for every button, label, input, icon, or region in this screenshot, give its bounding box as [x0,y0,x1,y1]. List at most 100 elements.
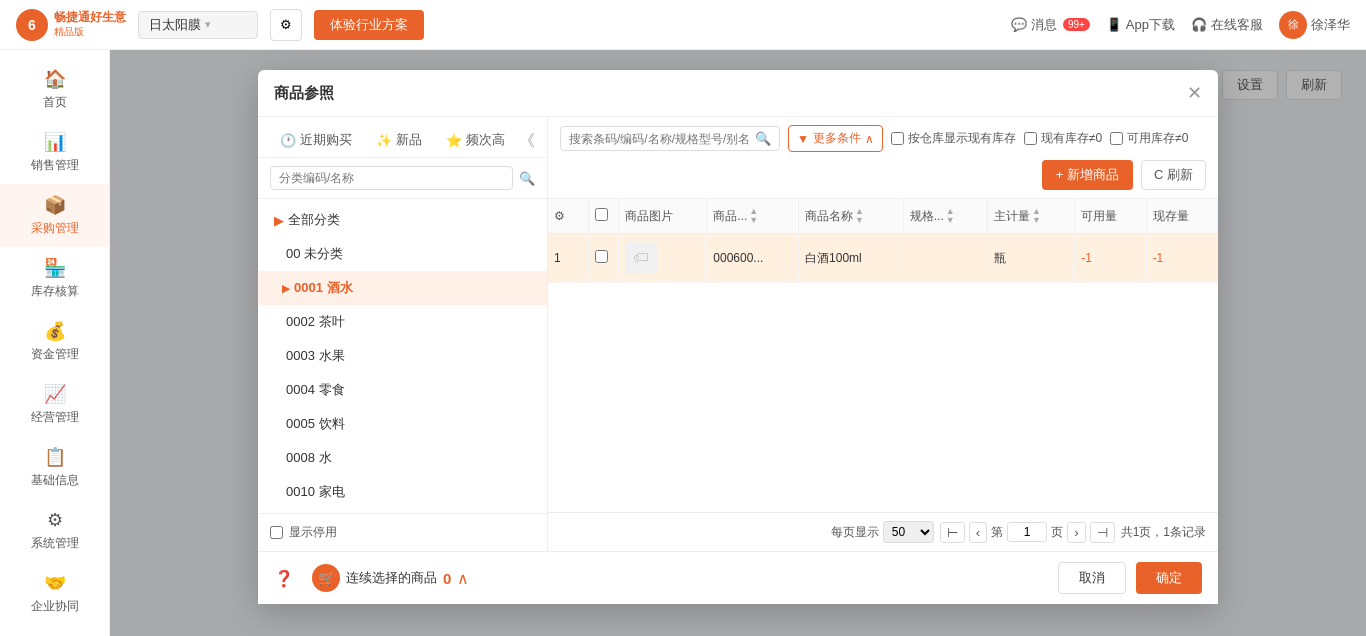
app-icon: 📱 [1106,17,1122,32]
tab-frequent-label: 频次高 [466,131,505,149]
category-item-appliance[interactable]: 0010 家电 [258,475,547,509]
category-label-water: 0008 水 [286,449,332,467]
th-stock: 现存量 [1146,199,1217,234]
page-number-input[interactable] [1007,522,1047,542]
purchase-icon: 📦 [44,194,66,216]
refresh-button[interactable]: C 刷新 [1141,160,1206,190]
tab-recent-label: 近期购买 [300,131,352,149]
filter-label: 更多条件 [813,130,861,147]
headset-icon: 🎧 [1191,17,1207,32]
table-row[interactable]: 1 🏷 000600... 白酒100ml [548,234,1218,283]
last-page-button[interactable]: ⊣ [1090,522,1115,543]
online-service-item[interactable]: 🎧 在线客服 [1191,16,1263,34]
sidebar-label-finance: 资金管理 [31,346,79,363]
category-item-uncategorized[interactable]: 00 未分类 [258,237,547,271]
show-disabled-area: 显示停用 [258,513,547,551]
row-select-checkbox[interactable] [595,250,608,263]
name-sort-icon[interactable]: ▲▼ [855,207,864,225]
sidebar-label-inventory: 库存核算 [31,283,79,300]
tab-recent-purchase[interactable]: 🕐 近期购买 [270,125,362,157]
row-no: 1 [548,234,588,283]
category-item-beverage[interactable]: 0005 饮料 [258,407,547,441]
spec-sort-icon[interactable]: ▲▼ [946,207,955,225]
filter-icon: ▼ [797,132,809,146]
logo: 6 畅捷通好生意 精品版 [16,9,126,41]
sidebar-item-basic[interactable]: 📋 基础信息 [0,436,109,499]
checkbox-available-stock[interactable]: 可用库存≠0 [1110,130,1188,147]
sidebar-item-guide[interactable]: 📖 新手引导 [0,625,109,636]
checkbox-warehouse-stock[interactable]: 按仓库显示现有库存 [891,130,1016,147]
row-unit: 瓶 [988,234,1075,283]
modal-body: 🕐 近期购买 ✨ 新品 ⭐ 频次高 《 [258,117,1218,551]
sidebar-label-system: 系统管理 [31,535,79,552]
filter-button[interactable]: ▼ 更多条件 ∧ [788,125,883,152]
current-stock-checkbox[interactable] [1024,132,1037,145]
sidebar-item-inventory[interactable]: 🏪 库存核算 [0,247,109,310]
sidebar-item-business[interactable]: 📈 经营管理 [0,373,109,436]
prev-page-button[interactable]: ‹ [969,522,987,543]
show-disabled-checkbox[interactable] [270,526,283,539]
logo-text: 畅捷通好生意 [54,10,126,26]
store-selector[interactable]: 日太阳膜 ▾ [138,11,258,39]
cart-icon: 🛒 [312,564,340,592]
code-sort-icon[interactable]: ▲▼ [749,207,758,225]
modal-footer: ❓ 🛒 连续选择的商品 0 ∧ 取消 确定 [258,551,1218,604]
sidebar-item-home[interactable]: 🏠 首页 [0,58,109,121]
expand-liquor-icon: ▶ [282,283,290,294]
message-item[interactable]: 💬 消息 99+ [1011,16,1090,34]
tab-new-label: 新品 [396,131,422,149]
help-icon[interactable]: ❓ [274,569,294,588]
category-item-snack[interactable]: 0004 零食 [258,373,547,407]
app-label: App下载 [1126,16,1175,34]
modal-close-button[interactable]: ✕ [1187,82,1202,104]
category-item-liquor[interactable]: ▶ 0001 酒水 [258,271,547,305]
sidebar-item-sales[interactable]: 📊 销售管理 [0,121,109,184]
settings-column-icon[interactable]: ⚙ [554,209,565,223]
category-item-water[interactable]: 0008 水 [258,441,547,475]
product-search-input[interactable] [569,132,751,146]
unit-sort-icon[interactable]: ▲▼ [1032,207,1041,225]
page-suffix: 页 [1051,524,1063,541]
toolbar-right: + 新增商品 C 刷新 [1042,160,1206,190]
available-stock-checkbox[interactable] [1110,132,1123,145]
category-item-fruit[interactable]: 0003 水果 [258,339,547,373]
cart-area: 🛒 连续选择的商品 0 ∧ [312,564,469,592]
select-all-checkbox[interactable] [595,208,608,221]
category-item-tea[interactable]: 0002 茶叶 [258,305,547,339]
confirm-button[interactable]: 确定 [1136,562,1202,594]
sidebar-item-enterprise[interactable]: 🤝 企业协同 [0,562,109,625]
cart-count: 0 [443,570,451,587]
category-search-input[interactable] [270,166,513,190]
modal-header: 商品参照 ✕ [258,70,1218,117]
th-spec: 规格... ▲▼ [903,199,987,234]
th-settings: ⚙ [548,199,588,234]
message-label: 消息 [1031,16,1057,34]
sidebar-item-purchase[interactable]: 📦 采购管理 [0,184,109,247]
category-search-icon[interactable]: 🔍 [519,171,535,186]
row-stock: -1 [1146,234,1217,283]
tab-frequent[interactable]: ⭐ 频次高 [436,125,515,157]
category-item-all[interactable]: ▶ 全部分类 [258,203,547,237]
gear-button[interactable]: ⚙ [270,9,302,41]
show-disabled-label: 显示停用 [289,524,337,541]
tab-new-products[interactable]: ✨ 新品 [366,125,432,157]
warehouse-stock-checkbox[interactable] [891,132,904,145]
user-area[interactable]: 徐 徐泽华 [1279,11,1350,39]
sidebar-item-finance[interactable]: 💰 资金管理 [0,310,109,373]
cart-collapse-icon[interactable]: ∧ [457,569,469,588]
app-download-item[interactable]: 📱 App下载 [1106,16,1175,34]
add-product-button[interactable]: + 新增商品 [1042,160,1133,190]
cancel-button[interactable]: 取消 [1058,562,1126,594]
first-page-button[interactable]: ⊢ [940,522,965,543]
panel-collapse-button[interactable]: 《 [519,131,535,152]
row-name: 白酒100ml [799,234,904,283]
experience-button[interactable]: 体验行业方案 [314,10,424,40]
per-page-select[interactable]: 50 100 200 [883,521,934,543]
checkbox-current-stock[interactable]: 现有库存≠0 [1024,130,1102,147]
search-icon[interactable]: 🔍 [755,131,771,146]
next-page-button[interactable]: › [1067,522,1085,543]
sidebar-item-system[interactable]: ⚙ 系统管理 [0,499,109,562]
expand-arrow-icon: ▶ [274,213,284,228]
enterprise-icon: 🤝 [44,572,66,594]
system-icon: ⚙ [47,509,63,531]
